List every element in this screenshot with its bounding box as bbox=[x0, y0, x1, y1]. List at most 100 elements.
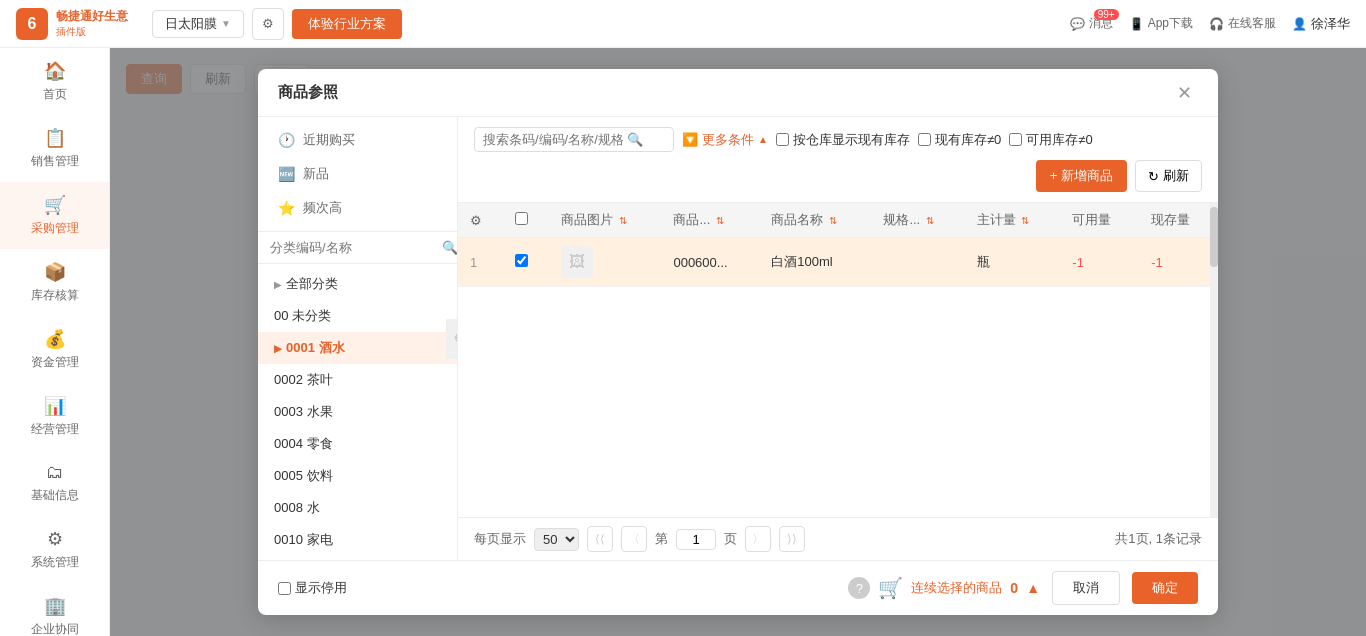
row-checkbox[interactable] bbox=[515, 254, 528, 267]
help-button[interactable]: ? bbox=[848, 577, 870, 599]
th-spec[interactable]: 规格... ⇅ bbox=[871, 203, 964, 238]
page-input[interactable] bbox=[676, 529, 716, 550]
store-select[interactable]: 日太阳膜 ▼ bbox=[152, 10, 244, 38]
modal-close-button[interactable]: ✕ bbox=[1170, 79, 1198, 107]
category-item-00[interactable]: 00 未分类 bbox=[258, 300, 457, 332]
image-placeholder-icon: 🖼 bbox=[569, 253, 585, 271]
filter-more-button[interactable]: 🔽 更多条件 ▲ bbox=[682, 131, 768, 149]
cart-label: 连续选择的商品 bbox=[911, 579, 1002, 597]
prev-page-button[interactable]: 〈 bbox=[621, 526, 647, 552]
th-unit[interactable]: 主计量 ⇅ bbox=[965, 203, 1061, 238]
category-item-0005[interactable]: 0005 饮料 bbox=[258, 460, 457, 492]
sidebar-item-finance[interactable]: 💰 资金管理 bbox=[0, 316, 109, 383]
cart-icon-wrap[interactable]: 🛒 bbox=[878, 576, 903, 600]
logo-icon: 6 bbox=[16, 8, 48, 40]
category-search-input[interactable] bbox=[270, 240, 438, 255]
left-tab-new[interactable]: 🆕 新品 bbox=[270, 159, 445, 189]
page-size-select[interactable]: 50 bbox=[534, 528, 579, 551]
sidebar-item-enterprise[interactable]: 🏢 企业协同 bbox=[0, 583, 109, 636]
table-settings-icon[interactable]: ⚙ bbox=[470, 213, 482, 228]
sidebar-item-business[interactable]: 📊 经营管理 bbox=[0, 383, 109, 450]
category-item-0001[interactable]: ▶ 0001 酒水 bbox=[258, 332, 457, 364]
show-disabled-checkbox[interactable]: 显示停用 bbox=[278, 579, 347, 597]
last-page-button[interactable]: ⟩⟩ bbox=[779, 526, 805, 552]
page-word: 第 bbox=[655, 530, 668, 548]
confirm-button[interactable]: 确定 bbox=[1132, 572, 1198, 604]
category-item-0004[interactable]: 0004 零食 bbox=[258, 428, 457, 460]
enterprise-icon: 🏢 bbox=[44, 595, 66, 617]
cart-count: 0 bbox=[1010, 580, 1018, 596]
trial-button[interactable]: 体验行业方案 bbox=[292, 9, 402, 39]
next-page-button[interactable]: 〉 bbox=[745, 526, 771, 552]
sidebar-item-purchase[interactable]: 🛒 采购管理 bbox=[0, 182, 109, 249]
new-product-button[interactable]: + 新增商品 bbox=[1036, 160, 1127, 192]
expand-arrow-0001: ▶ bbox=[274, 343, 282, 354]
recent-tab-label: 近期购买 bbox=[303, 131, 355, 149]
sidebar-item-home[interactable]: 🏠 首页 bbox=[0, 48, 109, 115]
table-header: ⚙ 商品图片 ⇅ bbox=[458, 203, 1218, 238]
th-code[interactable]: 商品... ⇅ bbox=[661, 203, 759, 238]
sidebar-item-system[interactable]: ⚙ 系统管理 bbox=[0, 516, 109, 583]
user-avatar[interactable]: 👤 徐泽华 bbox=[1292, 15, 1350, 33]
sort-icon-code: ⇅ bbox=[716, 215, 724, 226]
vertical-scrollbar[interactable] bbox=[1210, 203, 1218, 517]
sidebar-item-basic[interactable]: 🗂 基础信息 bbox=[0, 450, 109, 516]
main-layout: 🏠 首页 📋 销售管理 🛒 采购管理 📦 库存核算 💰 资金管理 📊 经营管理 … bbox=[0, 48, 1366, 636]
left-tab-recent[interactable]: 🕐 近期购买 bbox=[270, 125, 445, 155]
page-total-info: 共1页, 1条记录 bbox=[1115, 530, 1202, 548]
product-reference-modal: 商品参照 ✕ 🕐 近期购买 🆕 bbox=[258, 69, 1218, 615]
collapse-cart-button[interactable]: ▲ bbox=[1026, 580, 1040, 596]
category-item-all[interactable]: ▶ 全部分类 bbox=[258, 268, 457, 300]
td-unit: 瓶 bbox=[965, 238, 1061, 287]
category-label-00: 00 未分类 bbox=[274, 307, 331, 325]
checkbox-available-input[interactable] bbox=[918, 133, 931, 146]
first-page-button[interactable]: ⟨⟨ bbox=[587, 526, 613, 552]
td-spec bbox=[871, 238, 964, 287]
sidebar-item-inventory[interactable]: 📦 库存核算 bbox=[0, 249, 109, 316]
th-spec-label: 规格... bbox=[883, 212, 920, 227]
sidebar-item-sales[interactable]: 📋 销售管理 bbox=[0, 115, 109, 182]
product-thumbnail: 🖼 bbox=[561, 246, 593, 278]
show-disabled-input[interactable] bbox=[278, 582, 291, 595]
cart-area: ? 🛒 连续选择的商品 0 ▲ bbox=[848, 576, 1040, 600]
sidebar-label-business: 经营管理 bbox=[31, 421, 79, 438]
new-tab-label: 新品 bbox=[303, 165, 329, 183]
left-tab-frequent[interactable]: ⭐ 频次高 bbox=[270, 193, 445, 223]
basic-icon: 🗂 bbox=[46, 462, 64, 483]
product-search-input[interactable] bbox=[483, 132, 623, 147]
table-container: ⚙ 商品图片 ⇅ bbox=[458, 203, 1218, 517]
cancel-button[interactable]: 取消 bbox=[1052, 571, 1120, 605]
left-panel-collapse-button[interactable]: 《 bbox=[446, 319, 458, 359]
th-image[interactable]: 商品图片 ⇅ bbox=[549, 203, 661, 238]
sidebar-label-basic: 基础信息 bbox=[31, 487, 79, 504]
product-search-icon[interactable]: 🔍 bbox=[627, 132, 643, 147]
category-item-0003[interactable]: 0003 水果 bbox=[258, 396, 457, 428]
checkbox-usable-not-zero[interactable]: 可用库存≠0 bbox=[1009, 131, 1092, 149]
message-icon: 💬 bbox=[1070, 17, 1085, 31]
sort-icon-name: ⇅ bbox=[829, 215, 837, 226]
category-item-0008[interactable]: 0008 水 bbox=[258, 492, 457, 524]
app-download-button[interactable]: 📱 App下载 bbox=[1129, 15, 1193, 32]
select-all-checkbox[interactable] bbox=[515, 212, 528, 225]
checkbox-available-not-zero[interactable]: 现有库存≠0 bbox=[918, 131, 1001, 149]
sort-icon-unit: ⇅ bbox=[1021, 215, 1029, 226]
top-header: 6 畅捷通好生意 插件版 日太阳膜 ▼ ⚙ 体验行业方案 💬 消息 99+ 📱 … bbox=[0, 0, 1366, 48]
gear-button[interactable]: ⚙ bbox=[252, 8, 284, 40]
sort-icon-image: ⇅ bbox=[619, 215, 627, 226]
messages-button[interactable]: 💬 消息 99+ bbox=[1070, 15, 1113, 32]
checkbox-by-warehouse-input[interactable] bbox=[776, 133, 789, 146]
avatar-icon: 👤 bbox=[1292, 17, 1307, 31]
table-row[interactable]: 1 🖼 bbox=[458, 238, 1218, 287]
scrollbar-thumb[interactable] bbox=[1210, 207, 1218, 267]
online-service-button[interactable]: 🎧 在线客服 bbox=[1209, 15, 1276, 32]
category-item-0002[interactable]: 0002 茶叶 bbox=[258, 364, 457, 396]
category-item-0010[interactable]: 0010 家电 bbox=[258, 524, 457, 556]
refresh-button[interactable]: ↻ 刷新 bbox=[1135, 160, 1202, 192]
checkbox-by-warehouse[interactable]: 按仓库显示现有库存 bbox=[776, 131, 910, 149]
pagination-bar: 每页显示 50 ⟨⟨ 〈 第 页 〉 ⟩⟩ 共1页, 1条记录 bbox=[458, 517, 1218, 560]
checkbox-usable-input[interactable] bbox=[1009, 133, 1022, 146]
th-settings[interactable]: ⚙ bbox=[458, 203, 503, 238]
th-name[interactable]: 商品名称 ⇅ bbox=[759, 203, 871, 238]
category-list: ▶ 全部分类 00 未分类 ▶ 0001 酒水 0002 茶 bbox=[258, 264, 457, 560]
category-search-icon[interactable]: 🔍 bbox=[442, 240, 458, 255]
